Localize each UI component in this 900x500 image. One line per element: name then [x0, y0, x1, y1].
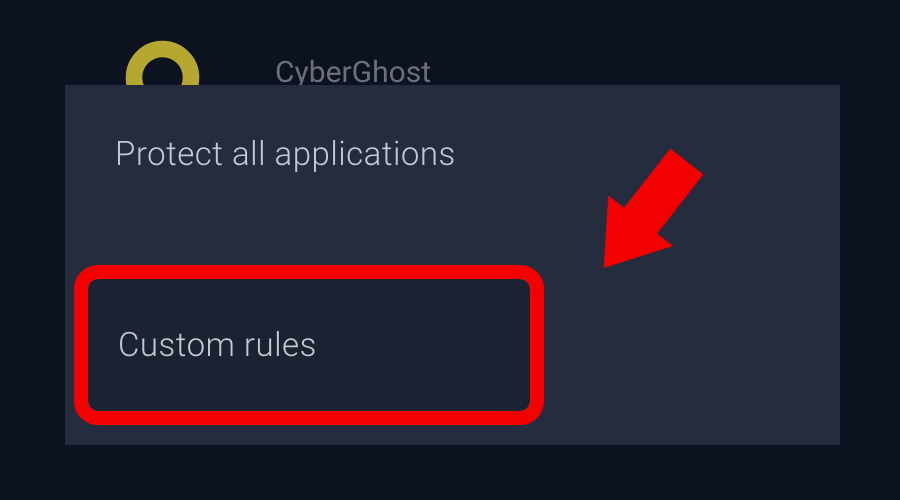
arrow-annotation-icon — [545, 130, 725, 290]
highlight-box-annotation — [74, 265, 544, 425]
menu-option-protect-all[interactable]: Protect all applications — [115, 135, 456, 174]
custom-rules-highlight-wrapper: Custom rules — [74, 265, 544, 425]
